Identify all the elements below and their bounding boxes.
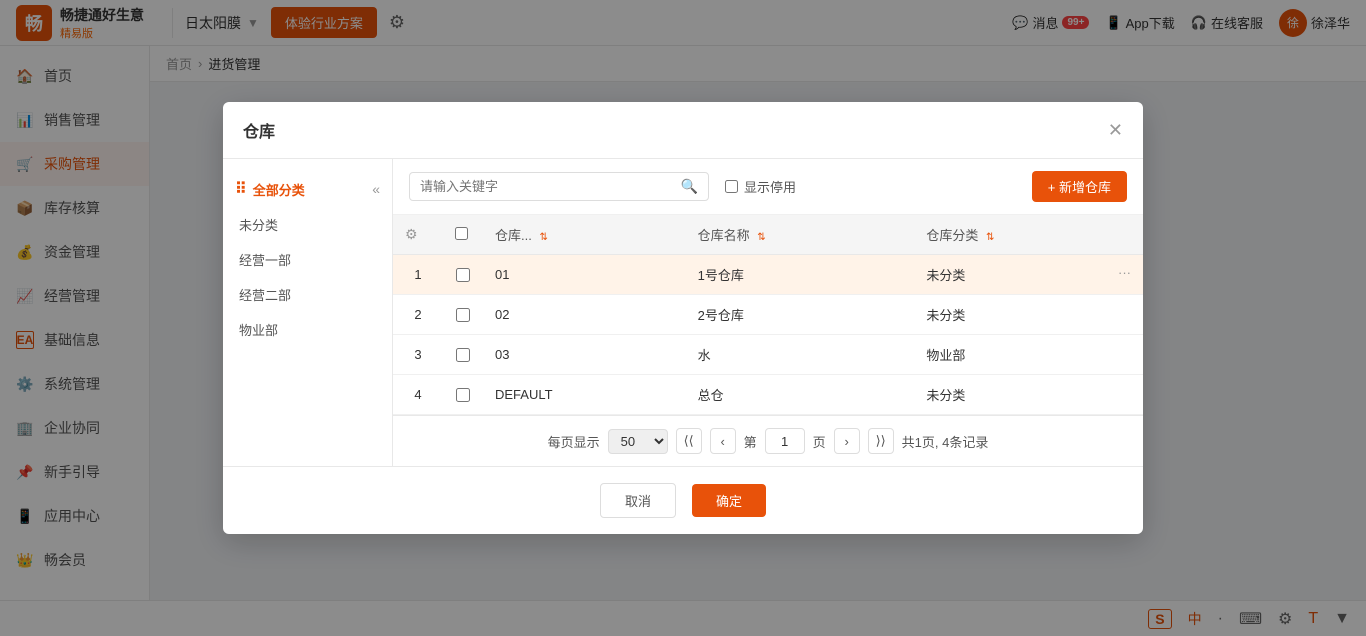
row-checkbox[interactable]	[456, 308, 470, 322]
category-item-uncategorized[interactable]: 未分类	[223, 207, 392, 242]
col-settings-header: ⚙	[393, 215, 443, 255]
show-disabled-checkbox[interactable]	[725, 180, 738, 193]
page-next-button[interactable]: ›	[834, 428, 860, 454]
page-last-button[interactable]: ⟩⟩	[868, 428, 894, 454]
total-label: 共1页, 4条记录	[902, 432, 989, 451]
show-disabled-label: 显示停用	[744, 177, 796, 196]
page-prev-button[interactable]: ‹	[710, 428, 736, 454]
row-checkbox-cell[interactable]	[443, 375, 483, 415]
row-code: 02	[483, 295, 686, 335]
row-checkbox-cell[interactable]	[443, 335, 483, 375]
page-label: 第	[744, 432, 757, 451]
settings-gear-icon[interactable]: ⚙	[405, 226, 418, 242]
category-collapse-icon[interactable]: «	[372, 181, 380, 197]
col-name-header: 仓库名称 ⇅	[686, 215, 915, 255]
row-ellipsis-icon[interactable]: ···	[1118, 265, 1131, 280]
name-sort-icon: ⇅	[757, 232, 765, 243]
search-icon[interactable]: 🔍	[681, 178, 698, 195]
warehouse-table: ⚙ 仓库... ⇅ 仓库名称	[393, 215, 1143, 415]
category-dots-icon: ⠿	[235, 179, 247, 199]
category-sort-icon: ⇅	[986, 232, 994, 243]
code-sort-icon: ⇅	[539, 232, 547, 243]
cancel-button[interactable]: 取消	[600, 483, 676, 518]
row-category: 物业部	[914, 335, 1143, 375]
page-input[interactable]	[765, 428, 805, 454]
row-checkbox[interactable]	[456, 348, 470, 362]
modal-overlay: 仓库 ✕ ⠿ 全部分类 « 未分类 经营一部	[0, 0, 1366, 636]
category-item-property[interactable]: 物业部	[223, 312, 392, 347]
category-all[interactable]: ⠿ 全部分类	[235, 179, 305, 199]
search-input[interactable]	[420, 179, 675, 194]
page-first-button[interactable]: ⟨⟨	[676, 428, 702, 454]
search-box[interactable]: 🔍	[409, 172, 709, 201]
row-name: 水	[686, 335, 915, 375]
modal-close-button[interactable]: ✕	[1108, 120, 1123, 141]
col-checkbox-header	[443, 215, 483, 255]
row-name: 2号仓库	[686, 295, 915, 335]
row-checkbox[interactable]	[456, 388, 470, 402]
table-row[interactable]: 4 DEFAULT 总仓 未分类	[393, 375, 1143, 415]
row-category: 未分类···	[914, 255, 1143, 295]
table-row[interactable]: 2 02 2号仓库 未分类	[393, 295, 1143, 335]
table-row[interactable]: 1 01 1号仓库 未分类···	[393, 255, 1143, 295]
category-panel: ⠿ 全部分类 « 未分类 经营一部 经营二部 物业部	[223, 159, 393, 466]
col-category-header: 仓库分类 ⇅	[914, 215, 1143, 255]
category-header: ⠿ 全部分类 «	[223, 171, 392, 207]
modal-toolbar: 🔍 显示停用 + 新增仓库	[393, 159, 1143, 215]
row-code: 01	[483, 255, 686, 295]
category-item-ops2[interactable]: 经营二部	[223, 277, 392, 312]
category-item-label: 经营一部	[239, 253, 291, 268]
modal-title: 仓库	[243, 118, 275, 142]
row-checkbox-cell[interactable]	[443, 295, 483, 335]
modal-main: 🔍 显示停用 + 新增仓库 ⚙	[393, 159, 1143, 466]
warehouse-modal: 仓库 ✕ ⠿ 全部分类 « 未分类 经营一部	[223, 102, 1143, 534]
row-category: 未分类	[914, 295, 1143, 335]
category-item-ops1[interactable]: 经营一部	[223, 242, 392, 277]
row-index: 4	[393, 375, 443, 415]
table-row[interactable]: 3 03 水 物业部	[393, 335, 1143, 375]
modal-footer: 取消 确定	[223, 466, 1143, 534]
row-code: DEFAULT	[483, 375, 686, 415]
row-index: 1	[393, 255, 443, 295]
add-warehouse-button[interactable]: + 新增仓库	[1032, 171, 1127, 202]
category-all-label: 全部分类	[253, 180, 305, 199]
col-code-header: 仓库... ⇅	[483, 215, 686, 255]
select-all-checkbox[interactable]	[455, 227, 468, 240]
row-checkbox[interactable]	[456, 268, 470, 282]
category-item-label: 经营二部	[239, 288, 291, 303]
row-category: 未分类	[914, 375, 1143, 415]
table-scroll: ⚙ 仓库... ⇅ 仓库名称	[393, 215, 1143, 415]
row-code: 03	[483, 335, 686, 375]
category-item-label: 未分类	[239, 218, 278, 233]
confirm-button[interactable]: 确定	[692, 484, 766, 517]
row-name: 1号仓库	[686, 255, 915, 295]
modal-pagination: 每页显示 50 20 100 ⟨⟨ ‹ 第 页 › ⟩⟩ 共1页, 4条记录	[393, 415, 1143, 466]
category-item-label: 物业部	[239, 323, 278, 338]
row-checkbox-cell[interactable]	[443, 255, 483, 295]
row-index: 3	[393, 335, 443, 375]
row-index: 2	[393, 295, 443, 335]
per-page-label: 每页显示	[548, 432, 600, 451]
row-name: 总仓	[686, 375, 915, 415]
per-page-select[interactable]: 50 20 100	[608, 429, 668, 454]
modal-header: 仓库 ✕	[223, 102, 1143, 159]
page-suffix: 页	[813, 432, 826, 451]
modal-body: ⠿ 全部分类 « 未分类 经营一部 经营二部 物业部	[223, 159, 1143, 466]
show-disabled-checkbox-label[interactable]: 显示停用	[725, 177, 796, 196]
